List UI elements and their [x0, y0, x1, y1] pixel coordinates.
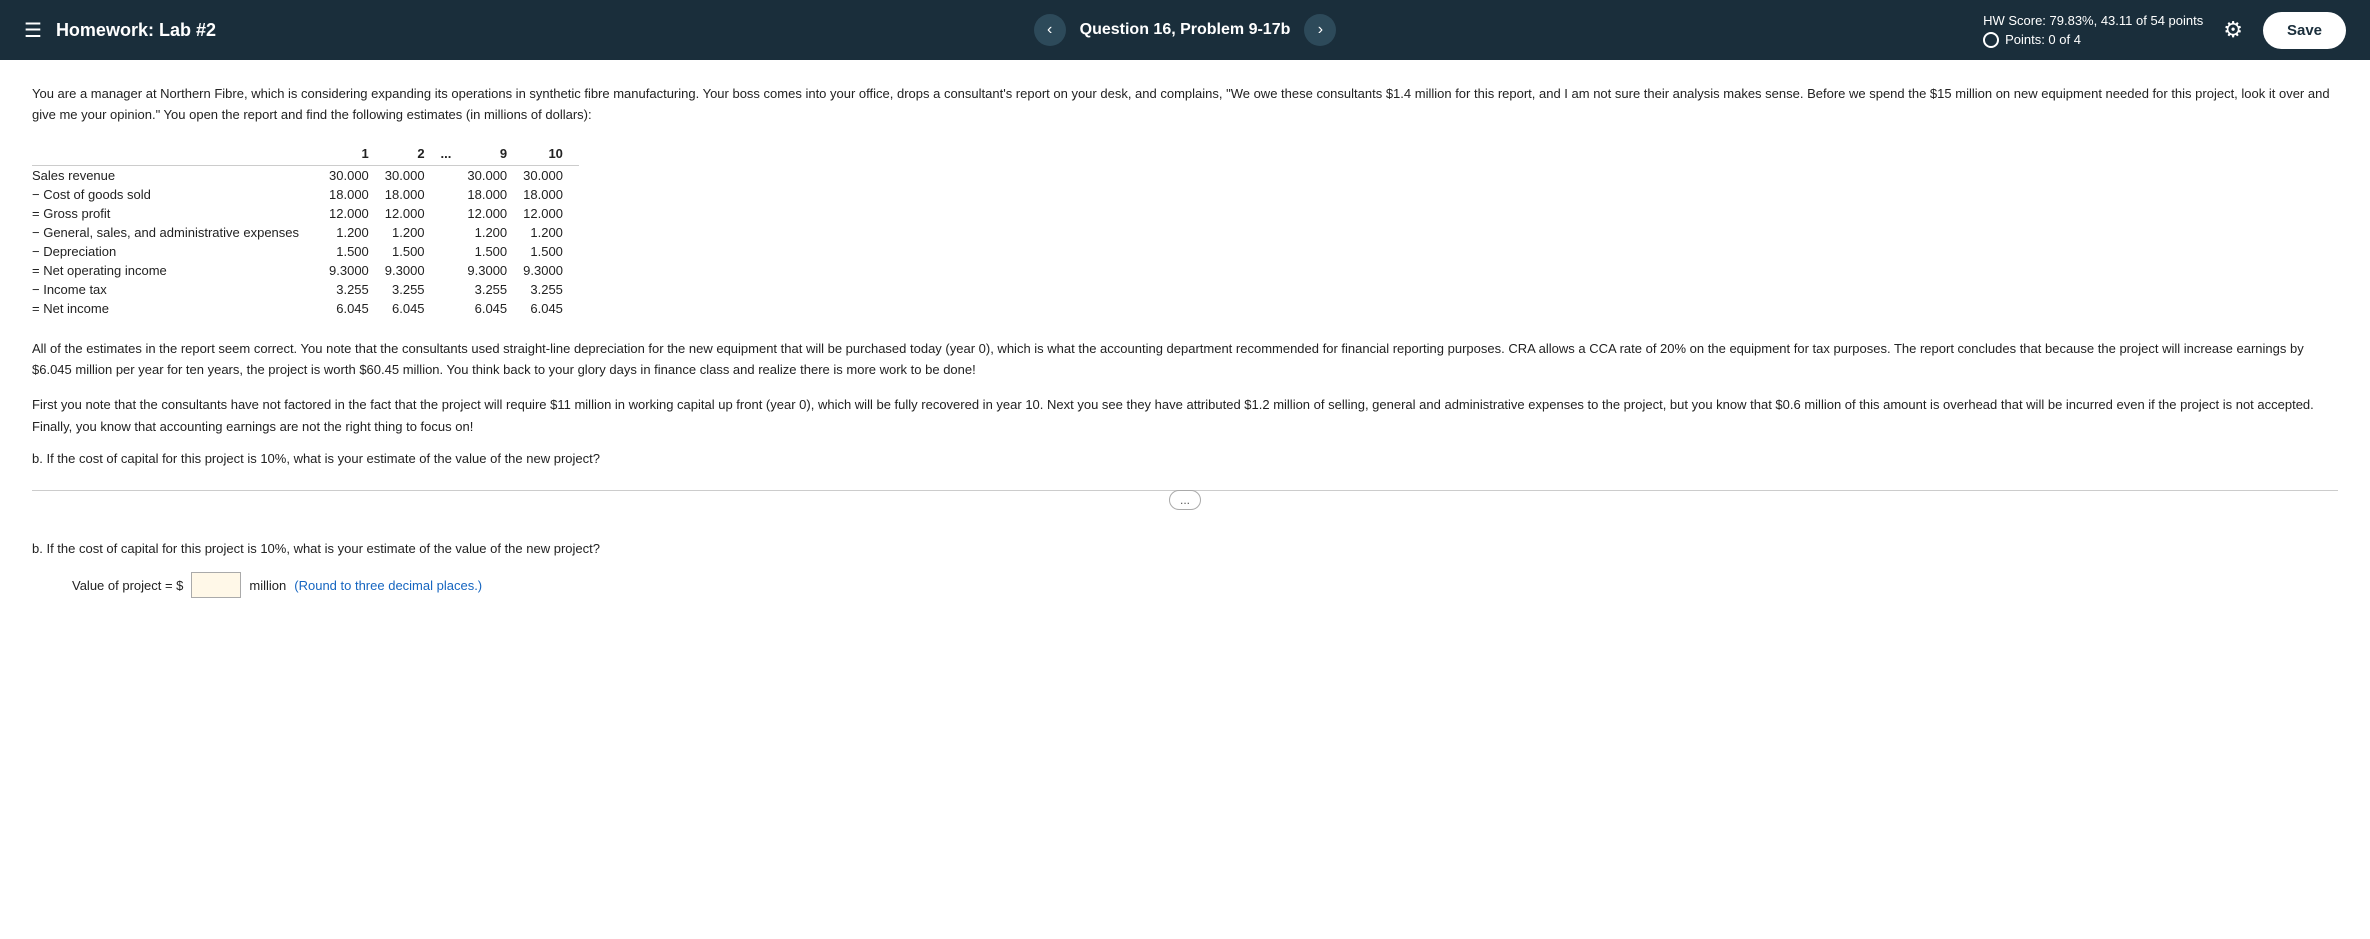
row-y9: 1.500: [467, 242, 523, 261]
row-y10: 30.000: [523, 165, 579, 185]
row-label: = Net operating income: [32, 261, 329, 280]
table-row: − Income tax 3.255 3.255 3.255 3.255: [32, 280, 579, 299]
row-y9: 12.000: [467, 204, 523, 223]
row-label: − Income tax: [32, 280, 329, 299]
main-content: You are a manager at Northern Fibre, whi…: [0, 60, 2370, 939]
row-y9: 1.200: [467, 223, 523, 242]
question-b-top: b. If the cost of capital for this proje…: [32, 451, 2338, 466]
row-y2: 6.045: [385, 299, 441, 318]
rounding-hint: (Round to three decimal places.): [294, 578, 482, 593]
divider-dots: ...: [1169, 490, 1201, 510]
row-dots: [441, 204, 468, 223]
row-y10: 12.000: [523, 204, 579, 223]
col-header-10: 10: [523, 144, 579, 166]
hw-score-label: HW Score: 79.83%, 43.11 of 54 points: [1983, 11, 2203, 31]
save-button[interactable]: Save: [2263, 12, 2346, 49]
answer-row: Value of project = $ million (Round to t…: [72, 572, 2338, 598]
section-divider: ...: [32, 490, 2338, 511]
header-left: ☰ Homework: Lab #2: [24, 18, 785, 43]
paragraph-2: First you note that the consultants have…: [32, 394, 2332, 437]
row-y10: 1.200: [523, 223, 579, 242]
row-y1: 6.045: [329, 299, 385, 318]
row-label: = Gross profit: [32, 204, 329, 223]
row-y9: 30.000: [467, 165, 523, 185]
table-row: = Gross profit 12.000 12.000 12.000 12.0…: [32, 204, 579, 223]
score-info: HW Score: 79.83%, 43.11 of 54 points Poi…: [1983, 11, 2203, 50]
unit-label: million: [249, 578, 286, 593]
prev-question-button[interactable]: ‹: [1034, 14, 1066, 46]
row-y10: 6.045: [523, 299, 579, 318]
row-y10: 1.500: [523, 242, 579, 261]
row-y1: 12.000: [329, 204, 385, 223]
row-y2: 9.3000: [385, 261, 441, 280]
row-y1: 1.500: [329, 242, 385, 261]
row-dots: [441, 299, 468, 318]
row-y1: 1.200: [329, 223, 385, 242]
row-y9: 3.255: [467, 280, 523, 299]
table-row: − Depreciation 1.500 1.500 1.500 1.500: [32, 242, 579, 261]
value-label: Value of project = $: [72, 578, 183, 593]
answer-section: b. If the cost of capital for this proje…: [32, 521, 2338, 598]
row-dots: [441, 242, 468, 261]
row-dots: [441, 223, 468, 242]
question-label: Question 16, Problem 9-17b: [1080, 21, 1291, 39]
header-center: ‹ Question 16, Problem 9-17b ›: [805, 14, 1566, 46]
row-dots: [441, 165, 468, 185]
title-prefix: Homework:: [56, 20, 159, 40]
row-y9: 9.3000: [467, 261, 523, 280]
header-right: HW Score: 79.83%, 43.11 of 54 points Poi…: [1585, 11, 2346, 50]
points-circle-icon: [1983, 32, 1999, 48]
intro-paragraph: You are a manager at Northern Fibre, whi…: [32, 84, 2332, 126]
row-y9: 18.000: [467, 185, 523, 204]
row-y2: 18.000: [385, 185, 441, 204]
row-y2: 1.500: [385, 242, 441, 261]
next-question-button[interactable]: ›: [1304, 14, 1336, 46]
points-row: Points: 0 of 4: [1983, 30, 2203, 50]
row-label: = Net income: [32, 299, 329, 318]
row-label: − Depreciation: [32, 242, 329, 261]
col-header-dots: ...: [441, 144, 468, 166]
table-row: − General, sales, and administrative exp…: [32, 223, 579, 242]
menu-icon[interactable]: ☰: [24, 18, 42, 43]
row-dots: [441, 280, 468, 299]
financial-table: 1 2 ... 9 10 Sales revenue 30.000 30.000…: [32, 144, 579, 318]
table-row: Sales revenue 30.000 30.000 30.000 30.00…: [32, 165, 579, 185]
title-lab: Lab #2: [159, 20, 216, 40]
row-y1: 30.000: [329, 165, 385, 185]
row-label: Sales revenue: [32, 165, 329, 185]
value-input[interactable]: [191, 572, 241, 598]
row-y2: 1.200: [385, 223, 441, 242]
col-header-2: 2: [385, 144, 441, 166]
col-header-1: 1: [329, 144, 385, 166]
row-y10: 9.3000: [523, 261, 579, 280]
row-y2: 3.255: [385, 280, 441, 299]
row-dots: [441, 261, 468, 280]
row-label: − General, sales, and administrative exp…: [32, 223, 329, 242]
settings-icon[interactable]: ⚙: [2223, 17, 2243, 43]
row-y10: 3.255: [523, 280, 579, 299]
answer-question-label: b. If the cost of capital for this proje…: [32, 541, 2338, 556]
row-dots: [441, 185, 468, 204]
row-y2: 12.000: [385, 204, 441, 223]
row-y1: 18.000: [329, 185, 385, 204]
row-y9: 6.045: [467, 299, 523, 318]
table-header-row: 1 2 ... 9 10: [32, 144, 579, 166]
table-row: = Net income 6.045 6.045 6.045 6.045: [32, 299, 579, 318]
row-y2: 30.000: [385, 165, 441, 185]
paragraph-1: All of the estimates in the report seem …: [32, 338, 2332, 381]
table-row: = Net operating income 9.3000 9.3000 9.3…: [32, 261, 579, 280]
header-title: Homework: Lab #2: [56, 20, 216, 41]
col-header-9: 9: [467, 144, 523, 166]
col-header-label: [32, 144, 329, 166]
row-label: − Cost of goods sold: [32, 185, 329, 204]
app-header: ☰ Homework: Lab #2 ‹ Question 16, Proble…: [0, 0, 2370, 60]
row-y1: 3.255: [329, 280, 385, 299]
row-y1: 9.3000: [329, 261, 385, 280]
points-label: Points: 0 of 4: [2005, 30, 2081, 50]
row-y10: 18.000: [523, 185, 579, 204]
table-row: − Cost of goods sold 18.000 18.000 18.00…: [32, 185, 579, 204]
